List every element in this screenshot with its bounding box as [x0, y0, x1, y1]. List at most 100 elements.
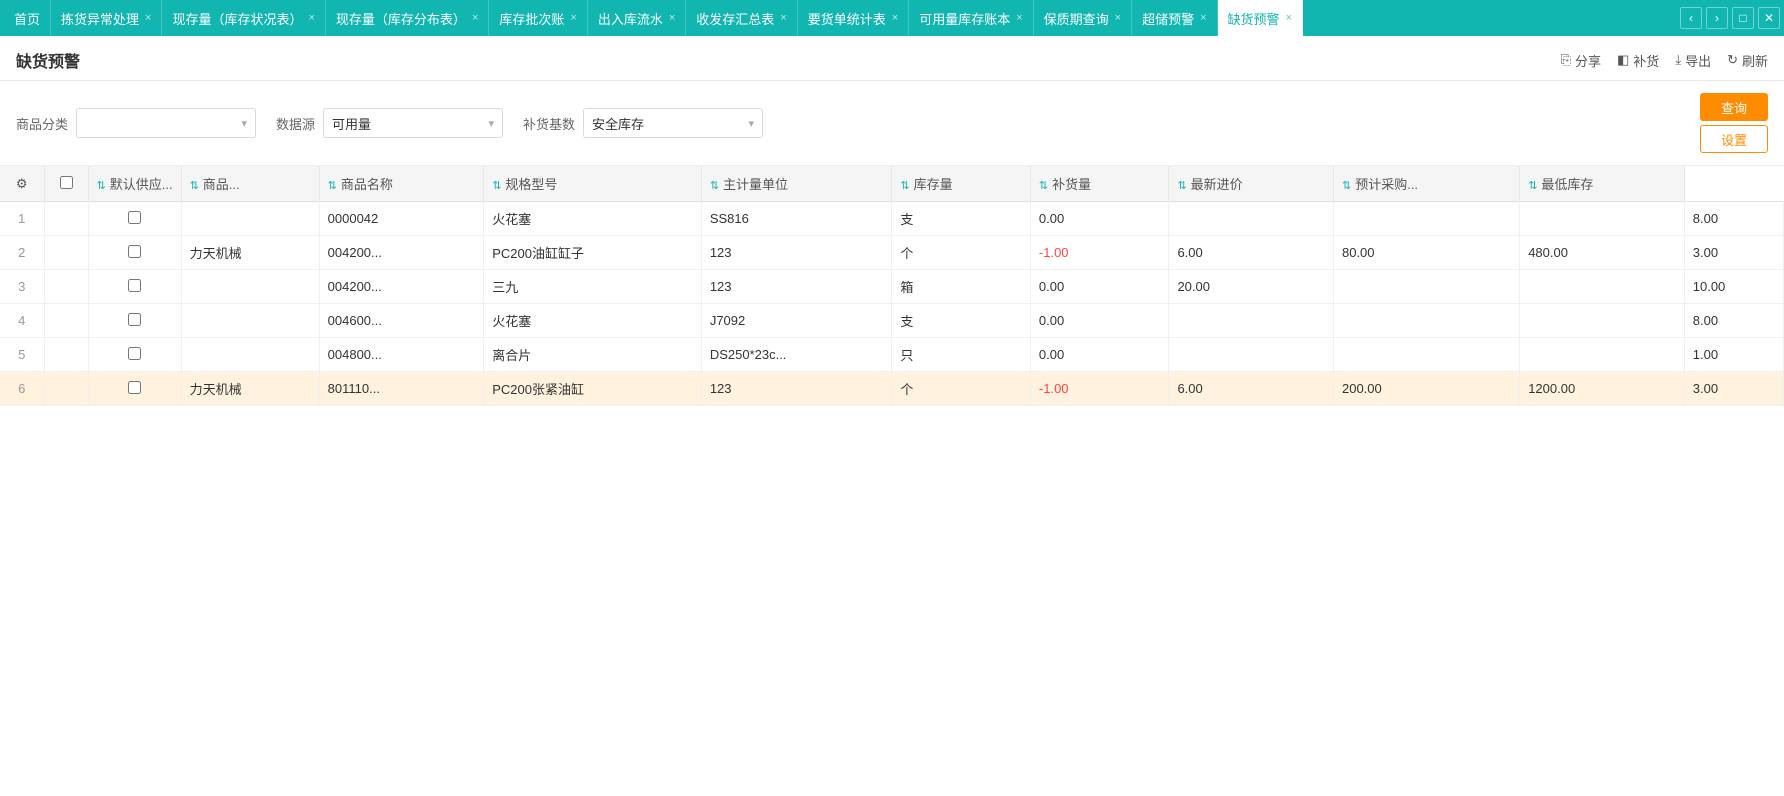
tab-item-overstock[interactable]: 超储预警× [1132, 0, 1217, 36]
export-button[interactable]: ⤓ 导出 [1675, 51, 1711, 70]
replenish-button[interactable]: ◧ 补货 [1617, 51, 1659, 70]
row-spec: 123 [701, 372, 892, 406]
row-stock-qty: 0.00 [1030, 304, 1169, 338]
settings-button[interactable]: 设置 [1700, 125, 1768, 153]
row-product-name: 火花塞 [484, 202, 702, 236]
sort-icon: ⇅ [1342, 180, 1351, 192]
row-latest-price [1333, 304, 1519, 338]
tab-item-batch-account[interactable]: 库存批次账× [489, 0, 587, 36]
tab-item-available-ledger[interactable]: 可用量库存账本× [909, 0, 1033, 36]
row-spec: J7092 [701, 304, 892, 338]
row-checkbox-cell[interactable] [88, 202, 181, 236]
tab-close-button[interactable]: ✕ [1758, 7, 1780, 29]
tab-close-icon[interactable]: × [892, 12, 898, 24]
row-min-stock: 3.00 [1684, 372, 1783, 406]
row-checkbox-cell[interactable] [88, 236, 181, 270]
row-checkbox[interactable] [128, 381, 141, 394]
row-stock-qty: 0.00 [1030, 270, 1169, 304]
table-row: 5 004800... 离合片 DS250*23c... 只 0.00 1.00 [0, 338, 1784, 372]
tab-restore-button[interactable]: □ [1732, 7, 1754, 29]
col-product-code[interactable]: ⇅商品... [181, 166, 319, 202]
row-number: 3 [0, 270, 44, 304]
row-number: 6 [0, 372, 44, 406]
category-filter-group: 商品分类 ▾ [16, 108, 256, 138]
tab-item-demand-stat[interactable]: 要货单统计表× [798, 0, 909, 36]
row-gear-cell [44, 304, 88, 338]
col-product-name[interactable]: ⇅商品名称 [319, 166, 484, 202]
row-latest-price: 200.00 [1333, 372, 1519, 406]
row-gear-cell [44, 270, 88, 304]
tab-close-icon[interactable]: × [669, 12, 675, 24]
row-stock-qty: -1.00 [1030, 236, 1169, 270]
row-checkbox[interactable] [128, 245, 141, 258]
row-checkbox-cell[interactable] [88, 304, 181, 338]
col-default-supplier[interactable]: ⇅默认供应... [88, 166, 181, 202]
tab-close-icon[interactable]: × [1016, 12, 1022, 24]
row-checkbox[interactable] [128, 313, 141, 326]
row-product-name: PC200张紧油缸 [484, 372, 702, 406]
tab-item-home[interactable]: 首页 [4, 0, 51, 36]
tab-item-inout-flow[interactable]: 出入库流水× [588, 0, 686, 36]
tab-label: 拣货异常处理 [61, 9, 139, 28]
row-supplier [181, 270, 319, 304]
row-spec: 123 [701, 270, 892, 304]
col-min-stock[interactable]: ⇅最低库存 [1520, 166, 1685, 202]
tab-bar: 首页拣货异常处理×现存量（库存状况表）×现存量（库存分布表）×库存批次账×出入库… [0, 0, 1784, 36]
tab-close-icon[interactable]: × [570, 12, 576, 24]
tab-next-button[interactable]: › [1706, 7, 1728, 29]
category-select[interactable]: ▾ [76, 108, 256, 138]
tab-item-expiry[interactable]: 保质期查询× [1034, 0, 1132, 36]
row-product-code: 801110... [319, 372, 484, 406]
page-title: 缺货预警 [16, 48, 80, 72]
col-unit[interactable]: ⇅主计量单位 [701, 166, 892, 202]
share-button[interactable]: ⎘ 分享 [1561, 51, 1601, 70]
tab-item-collect-sum[interactable]: 收发存汇总表× [686, 0, 797, 36]
row-gear-cell [44, 236, 88, 270]
col-replenish-qty[interactable]: ⇅补货量 [1030, 166, 1169, 202]
tab-item-inventory-status[interactable]: 现存量（库存状况表）× [162, 0, 325, 36]
row-replenish-qty [1169, 338, 1334, 372]
page-header: 缺货预警 ⎘ 分享 ◧ 补货 ⤓ 导出 ↻ 刷新 [0, 36, 1784, 81]
tab-close-icon[interactable]: × [780, 12, 786, 24]
row-checkbox-cell[interactable] [88, 372, 181, 406]
select-all-checkbox[interactable] [60, 176, 73, 189]
row-replenish-qty: 6.00 [1169, 372, 1334, 406]
row-checkbox[interactable] [128, 347, 141, 360]
tab-close-icon[interactable]: × [1286, 12, 1292, 24]
row-latest-price [1333, 338, 1519, 372]
tab-close-icon[interactable]: × [1200, 12, 1206, 24]
row-checkbox[interactable] [128, 279, 141, 292]
col-stock-qty[interactable]: ⇅库存量 [892, 166, 1031, 202]
col-spec[interactable]: ⇅规格型号 [484, 166, 702, 202]
tab-close-icon[interactable]: × [308, 12, 314, 24]
tab-item-shortage[interactable]: 缺货预警× [1218, 0, 1303, 36]
replenish-base-select[interactable]: 安全库存 ▾ [583, 108, 763, 138]
tab-prev-button[interactable]: ‹ [1680, 7, 1702, 29]
refresh-button[interactable]: ↻ 刷新 [1727, 51, 1768, 70]
query-button[interactable]: 查询 [1700, 93, 1768, 121]
row-est-purchase [1520, 304, 1685, 338]
row-supplier [181, 202, 319, 236]
col-est-purchase[interactable]: ⇅预计采购... [1333, 166, 1519, 202]
row-min-stock: 8.00 [1684, 304, 1783, 338]
replenish-base-label: 补货基数 [523, 114, 575, 133]
datasource-select[interactable]: 可用量 ▾ [323, 108, 503, 138]
table-header-row: ⚙ ⇅默认供应... ⇅商品... ⇅商品名称 [0, 166, 1784, 202]
gear-header[interactable]: ⚙ [0, 166, 44, 202]
tab-close-icon[interactable]: × [472, 12, 478, 24]
tab-close-icon[interactable]: × [145, 12, 151, 24]
row-supplier: 力天机械 [181, 236, 319, 270]
row-checkbox-cell[interactable] [88, 270, 181, 304]
sort-icon: ⇅ [97, 180, 106, 192]
row-min-stock: 1.00 [1684, 338, 1783, 372]
checkbox-header[interactable] [44, 166, 88, 202]
tab-item-inventory-dist[interactable]: 现存量（库存分布表）× [326, 0, 489, 36]
tab-close-icon[interactable]: × [1115, 12, 1121, 24]
col-latest-price[interactable]: ⇅最新进价 [1169, 166, 1334, 202]
row-unit: 个 [892, 372, 1031, 406]
category-label: 商品分类 [16, 114, 68, 133]
replenish-filter-group: 补货基数 安全库存 ▾ [523, 108, 763, 138]
row-checkbox-cell[interactable] [88, 338, 181, 372]
row-checkbox[interactable] [128, 211, 141, 224]
tab-item-stale[interactable]: 拣货异常处理 × [51, 0, 162, 36]
